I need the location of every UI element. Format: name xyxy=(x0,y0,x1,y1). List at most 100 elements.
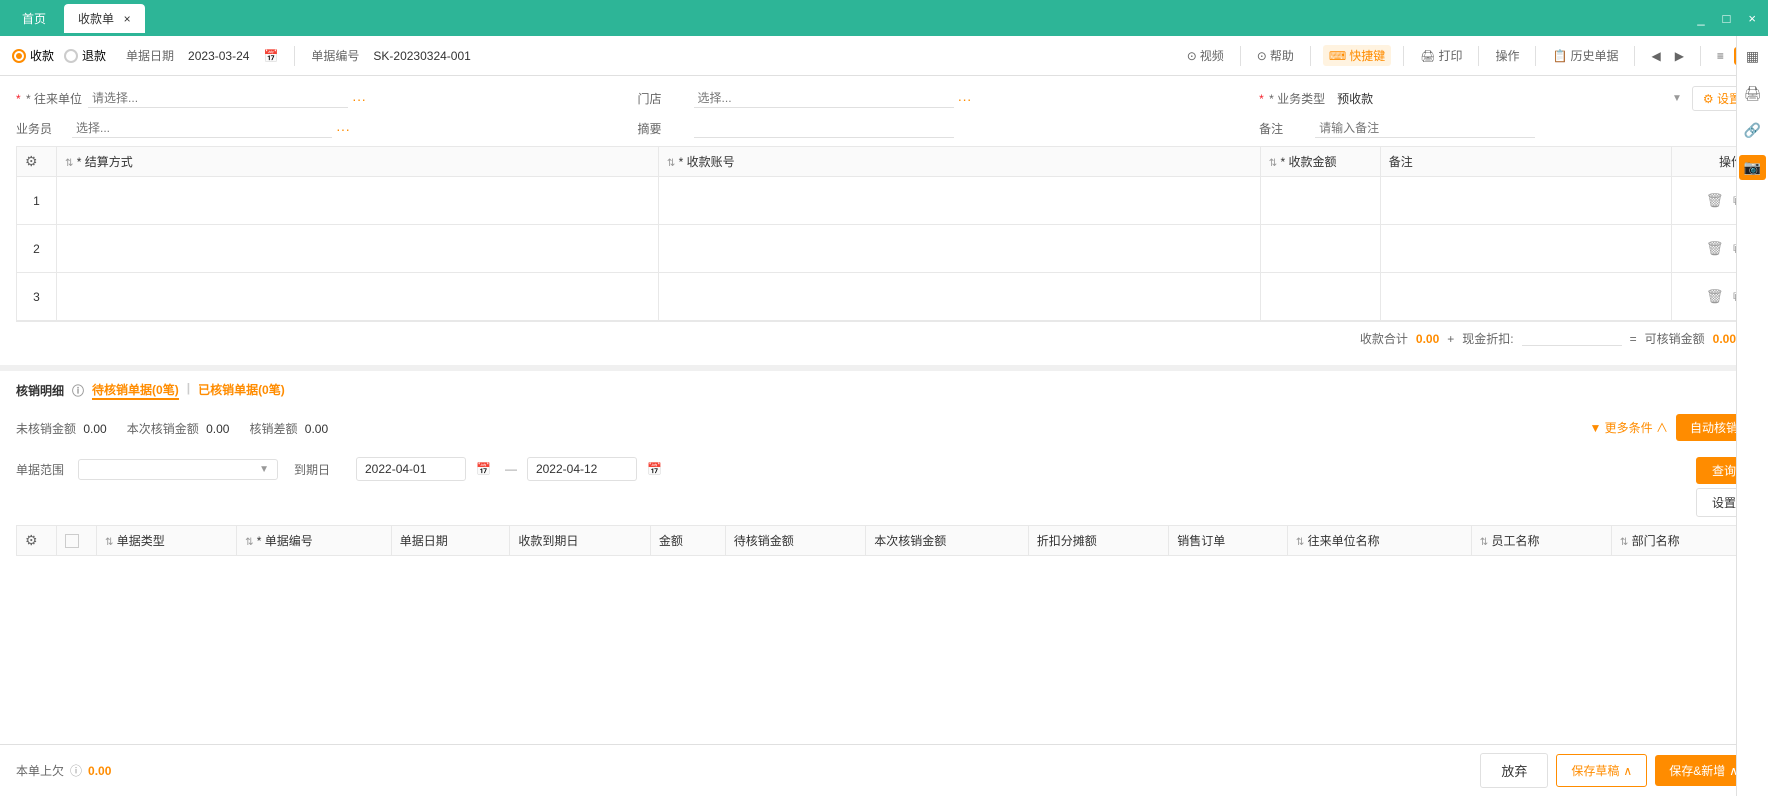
cell-settlement-3[interactable] xyxy=(57,273,659,321)
th-checkbox xyxy=(57,526,97,556)
window-close-icon[interactable]: × xyxy=(1744,9,1760,28)
next-record-btn[interactable]: ▶ xyxy=(1671,47,1688,65)
video-btn[interactable]: ⊙ 视频 xyxy=(1183,45,1228,66)
tab-list: 首页 收款单 × xyxy=(8,4,145,33)
history-btn[interactable]: 📋 历史单据 xyxy=(1548,45,1622,66)
th-amount: 金额 xyxy=(650,526,725,556)
staff-input[interactable] xyxy=(72,119,332,138)
verification-info-icon[interactable]: ⓘ xyxy=(72,382,84,399)
cell-remark-2[interactable] xyxy=(1380,225,1671,273)
maximize-icon[interactable]: □ xyxy=(1719,9,1735,28)
date-value: 2023-03-24 xyxy=(188,49,249,63)
toolbar-right: ⊙ 视频 ⊙ 帮助 ⌨ 快捷键 🖨 打印 操作 xyxy=(1183,45,1756,66)
cell-account-2[interactable] xyxy=(658,225,1260,273)
row-num-2: 2 xyxy=(17,225,57,273)
discount-input[interactable] xyxy=(1522,331,1622,346)
receipt-table: ⚙ ⇅ * 结算方式 ⇅ * 收款账号 ⇅ * 收款金额 xyxy=(16,146,1752,321)
help-icon: ⊙ xyxy=(1257,49,1267,63)
collection-total-value: 0.00 xyxy=(1416,332,1439,346)
more-conditions-btn[interactable]: ▼ 更多条件 ∧ xyxy=(1589,419,1668,436)
th-pending-amount: 待核销金额 xyxy=(725,526,866,556)
bottom-right: 放弃 保存草稿 ∧ 保存&新增 ∧ xyxy=(1480,753,1752,788)
sidebar-table-icon[interactable]: ▦ xyxy=(1742,44,1763,69)
ops-btn[interactable]: 操作 xyxy=(1491,45,1523,66)
due-date-from-input[interactable] xyxy=(356,457,466,481)
staff-more-btn[interactable]: ··· xyxy=(336,121,350,137)
tab-pending-verification[interactable]: 待核销单据(0笔) xyxy=(92,381,179,400)
th-doc-num: ⇅ * 单据编号 xyxy=(237,526,392,556)
minimize-icon[interactable]: _ xyxy=(1693,9,1708,28)
layout-btn[interactable]: ≡ xyxy=(1713,47,1728,65)
cell-amount-2[interactable] xyxy=(1260,225,1380,273)
th-staff-name: ⇅ 员工名称 xyxy=(1471,526,1611,556)
radio-refund[interactable]: 退款 xyxy=(64,47,106,64)
due-date-cal-from-icon[interactable]: 📅 xyxy=(476,462,491,476)
tab-completed-verification[interactable]: 已核销单据(0笔) xyxy=(198,381,285,400)
cell-remark-3[interactable] xyxy=(1380,273,1671,321)
cell-settlement-2[interactable] xyxy=(57,225,659,273)
cell-settlement-1[interactable] xyxy=(57,177,659,225)
tab-receipts[interactable]: 收款单 × xyxy=(64,4,145,33)
table-settings-icon[interactable]: ⚙ xyxy=(25,153,38,169)
delete-row-1-icon[interactable]: 🗑 xyxy=(1706,192,1724,208)
history-icon: 📋 xyxy=(1552,49,1567,63)
verification-title: 核销明细 ⓘ 待核销单据(0笔) | 已核销单据(0笔) xyxy=(16,381,285,400)
th-sales-order: 销售订单 xyxy=(1169,526,1288,556)
radio-receipt[interactable]: 收款 xyxy=(12,47,54,64)
sidebar-camera-icon[interactable]: 📷 xyxy=(1739,155,1766,180)
prev-record-btn[interactable]: ◀ xyxy=(1647,47,1664,65)
bottom-table-container: ⚙ ⇅ 单据类型 ⇅ * 单据编号 单据日期 xyxy=(16,525,1752,556)
due-date-to-input[interactable] xyxy=(527,457,637,481)
due-date-field: 到期日 📅 — 📅 xyxy=(294,457,666,481)
abandon-btn[interactable]: 放弃 xyxy=(1480,753,1548,788)
calendar-icon[interactable]: 📅 xyxy=(263,49,278,63)
help-btn[interactable]: ⊙ 帮助 xyxy=(1253,45,1298,66)
select-all-checkbox[interactable] xyxy=(65,534,79,548)
voucher-range-chevron-icon: ▼ xyxy=(259,464,269,475)
summary-input[interactable] xyxy=(694,119,954,138)
voucher-range-select[interactable]: ▼ xyxy=(78,459,278,480)
verification-tabs: 待核销单据(0笔) | 已核销单据(0笔) xyxy=(92,381,285,400)
th-due-date: 收款到期日 xyxy=(510,526,651,556)
sidebar-link-icon[interactable]: 🔗 xyxy=(1740,118,1765,143)
sidebar-print-icon[interactable]: 🖨 xyxy=(1740,81,1766,106)
receipt-type-radio: 收款 退款 xyxy=(12,47,106,64)
delete-row-3-icon[interactable]: 🗑 xyxy=(1706,288,1724,304)
date-dash: — xyxy=(505,462,517,476)
bottom-table-settings-icon[interactable]: ⚙ xyxy=(25,532,38,548)
keyboard-icon: ⌨ xyxy=(1329,49,1346,63)
remark-input[interactable] xyxy=(1315,119,1535,138)
print-btn[interactable]: 🖨 打印 xyxy=(1416,45,1466,66)
print-icon: 🖨 xyxy=(1420,49,1435,63)
cell-account-1[interactable] xyxy=(658,177,1260,225)
tab-home[interactable]: 首页 xyxy=(8,4,60,33)
th-partner-name: ⇅ 往来单位名称 xyxy=(1287,526,1471,556)
cell-remark-1[interactable] xyxy=(1380,177,1671,225)
cell-amount-3[interactable] xyxy=(1260,273,1380,321)
due-date-cal-to-icon[interactable]: 📅 xyxy=(647,462,662,476)
save-draft-btn[interactable]: 保存草稿 ∧ xyxy=(1556,754,1647,787)
bottom-info-icon[interactable]: ⓘ xyxy=(70,762,82,779)
bottom-left: 本单上欠 ⓘ 0.00 xyxy=(16,762,111,779)
th-remark: 备注 xyxy=(1380,147,1671,177)
shop-input[interactable] xyxy=(694,89,954,108)
th-discount: 折扣分摊额 xyxy=(1028,526,1169,556)
th-current-amount: 本次核销金额 xyxy=(866,526,1028,556)
cell-account-3[interactable] xyxy=(658,273,1260,321)
shortcut-btn[interactable]: ⌨ 快捷键 xyxy=(1323,45,1391,66)
partner-input[interactable] xyxy=(88,89,348,108)
biz-type-chevron-icon[interactable]: ▼ xyxy=(1672,93,1682,104)
settings-icon: ⚙ xyxy=(1703,92,1714,106)
table-row: 1 🗑 ⧉ xyxy=(17,177,1752,225)
bottom-bar: 本单上欠 ⓘ 0.00 放弃 保存草稿 ∧ 保存&新增 ∧ xyxy=(0,744,1768,796)
cell-amount-1[interactable] xyxy=(1260,177,1380,225)
summary-field: 摘要 xyxy=(638,119,1230,138)
tab-close-icon[interactable]: × xyxy=(124,12,131,26)
bottom-table: ⚙ ⇅ 单据类型 ⇅ * 单据编号 单据日期 xyxy=(16,525,1752,556)
delete-row-2-icon[interactable]: 🗑 xyxy=(1706,240,1724,256)
shop-field: 门店 ··· xyxy=(638,89,1230,108)
receipt-table-container: ⚙ ⇅ * 结算方式 ⇅ * 收款账号 ⇅ * 收款金额 xyxy=(16,146,1752,321)
partner-more-btn[interactable]: ··· xyxy=(352,91,366,107)
sum-row: 收款合计 0.00 + 现金折扣: = 可核销金额 0.00 xyxy=(16,321,1752,355)
shop-more-btn[interactable]: ··· xyxy=(958,91,972,107)
